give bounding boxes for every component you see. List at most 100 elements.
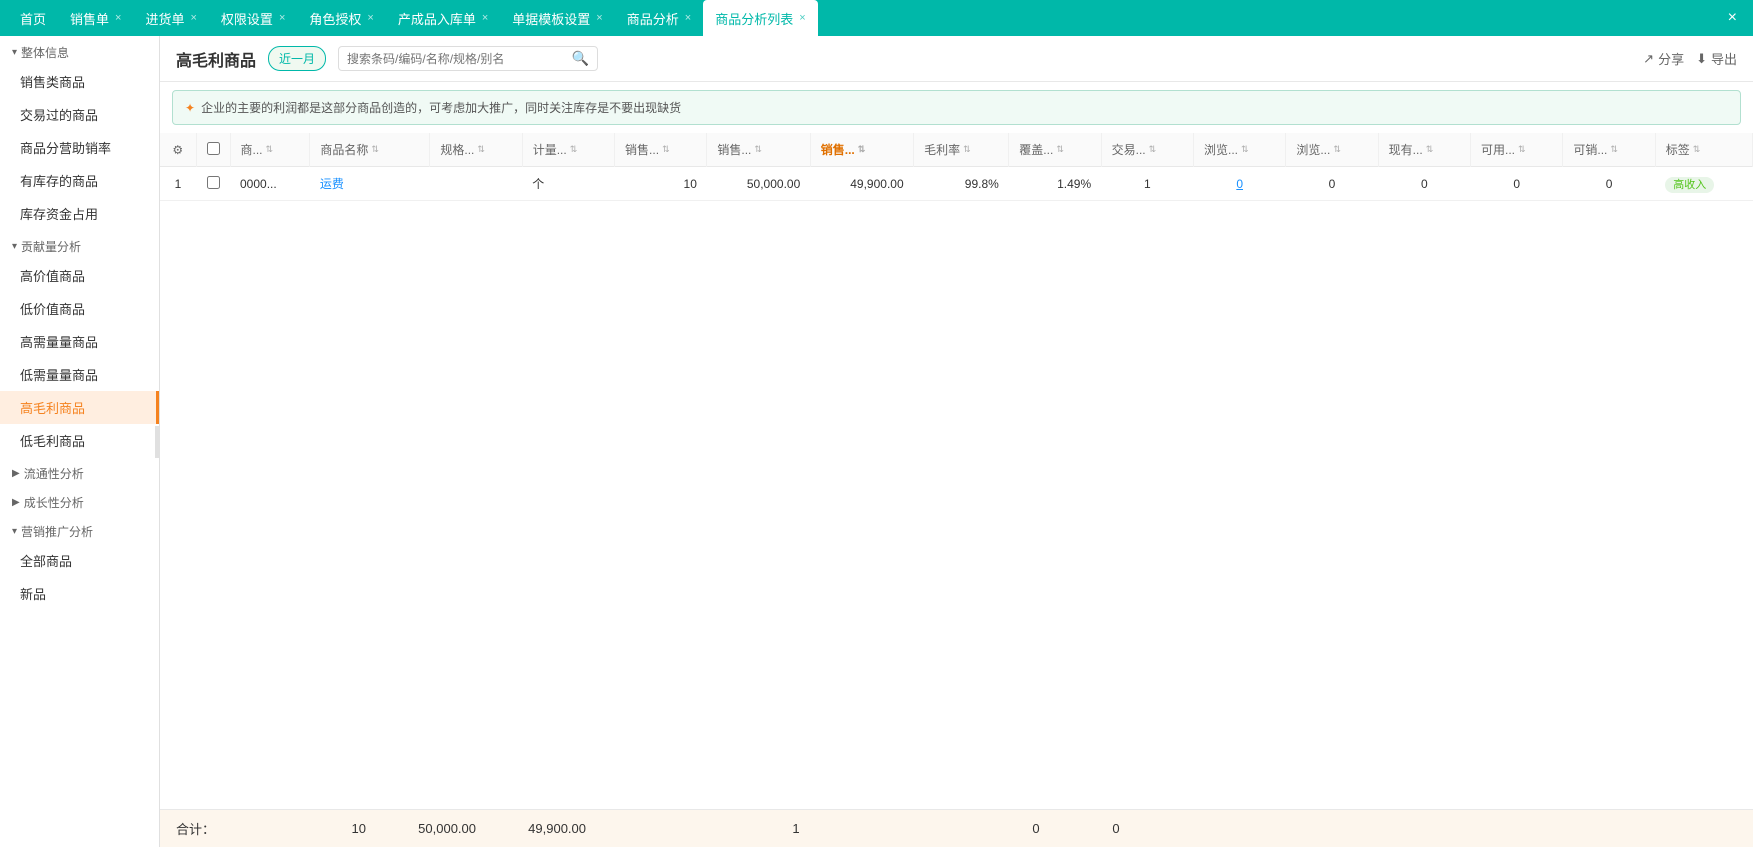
footer-gross-margin (596, 821, 676, 836)
sidebar-item-stocked-goods[interactable]: 有库存的商品 (0, 164, 159, 197)
col-current-stock[interactable]: 现有... ⇅ (1378, 133, 1470, 167)
sort-icon15: ⇅ (1610, 144, 1618, 155)
sidebar-group-flow[interactable]: ▶ 流通性分析 (0, 457, 159, 486)
sort-icon16: ⇅ (1693, 144, 1701, 155)
close-product-analysis-list-tab[interactable]: × (799, 12, 805, 24)
close-sales-tab[interactable]: × (115, 12, 121, 24)
export-button[interactable]: ⬇ 导出 (1696, 49, 1737, 68)
table-container: ⚙ 商... ⇅ 商品名称 (160, 133, 1753, 847)
share-icon: ↗ (1643, 51, 1654, 67)
main-layout: 《 ▾ 整体信息 销售类商品 交易过的商品 商品分营助销率 有库存的商品 库存资… (0, 36, 1753, 847)
row-checkbox-cell[interactable] (196, 167, 230, 201)
close-window-button[interactable]: × (1720, 9, 1745, 27)
info-icon: ✦ (185, 101, 195, 115)
sidebar-item-high-value[interactable]: 高价值商品 (0, 259, 159, 292)
nav-purchase[interactable]: 进货单 × (133, 0, 208, 36)
row-sales-profit: 49,900.00 (810, 167, 913, 201)
col-available[interactable]: 可用... ⇅ (1471, 133, 1563, 167)
footer-sales-qty: 10 (296, 821, 376, 836)
sidebar: 《 ▾ 整体信息 销售类商品 交易过的商品 商品分营助销率 有库存的商品 库存资… (0, 36, 160, 847)
footer-trade-count: 1 (756, 821, 836, 836)
sidebar-group-growth[interactable]: ▶ 成长性分析 (0, 486, 159, 515)
sidebar-item-high-demand[interactable]: 高需量量商品 (0, 325, 159, 358)
row-current-stock: 0 (1378, 167, 1470, 201)
sidebar-item-low-demand[interactable]: 低需量量商品 (0, 358, 159, 391)
sidebar-collapse-button[interactable]: 《 (155, 426, 160, 458)
arrow-right-icon: ▶ (12, 468, 20, 479)
sort-icon: ⇅ (266, 144, 274, 155)
row-tag: 高收入 (1655, 167, 1752, 201)
close-purchase-tab[interactable]: × (190, 12, 196, 24)
nav-permission[interactable]: 权限设置 × (209, 0, 297, 36)
select-all-checkbox[interactable] (207, 142, 220, 155)
col-trade-count[interactable]: 交易... ⇅ (1101, 133, 1193, 167)
col-sales-amount[interactable]: 销售... ⇅ (707, 133, 810, 167)
close-permission-tab[interactable]: × (279, 12, 285, 24)
nav-sales[interactable]: 销售单 × (58, 0, 133, 36)
col-code[interactable]: 商... ⇅ (230, 133, 310, 167)
row-available: 0 (1471, 167, 1563, 201)
row-browse1[interactable]: 0 (1193, 167, 1285, 201)
col-unit[interactable]: 计量... ⇅ (522, 133, 614, 167)
col-name[interactable]: 商品名称 ⇅ (310, 133, 430, 167)
close-role-tab[interactable]: × (367, 12, 373, 24)
close-production-tab[interactable]: × (482, 12, 488, 24)
col-sales-qty[interactable]: 销售... ⇅ (615, 133, 707, 167)
nav-role[interactable]: 角色授权 × (297, 0, 385, 36)
footer-sales-profit: 49,900.00 (486, 821, 596, 836)
close-product-analysis-tab[interactable]: × (685, 12, 691, 24)
sidebar-item-stock-capital[interactable]: 库存资金占用 (0, 197, 159, 230)
sidebar-item-high-margin[interactable]: 高毛利商品 (0, 391, 159, 424)
col-browse1[interactable]: 浏览... ⇅ (1193, 133, 1285, 167)
footer-label: 合计： (176, 819, 296, 838)
row-sales-qty: 10 (615, 167, 707, 201)
search-icon[interactable]: 🔍 (572, 50, 589, 67)
sidebar-group-contribution[interactable]: ▾ 贡献量分析 (0, 230, 159, 259)
sort-icon9: ⇅ (1056, 144, 1064, 155)
share-button[interactable]: ↗ 分享 (1643, 49, 1684, 68)
data-table: ⚙ 商... ⇅ 商品名称 (160, 133, 1753, 201)
sidebar-item-traded-goods[interactable]: 交易过的商品 (0, 98, 159, 131)
nav-product-analysis[interactable]: 商品分析 × (615, 0, 703, 36)
footer-browse1 (836, 821, 916, 836)
sort-icon10: ⇅ (1149, 144, 1157, 155)
row-code: 0000... (230, 167, 310, 201)
sidebar-item-all-goods[interactable]: 全部商品 (0, 544, 159, 577)
sort-icon13: ⇅ (1426, 144, 1434, 155)
col-gross-margin[interactable]: 毛利率 ⇅ (914, 133, 1009, 167)
nav-production[interactable]: 产成品入库单 × (386, 0, 500, 36)
sort-icon2: ⇅ (371, 144, 379, 155)
col-sales-profit[interactable]: 销售... ⇅ (810, 133, 913, 167)
row-name[interactable]: 运费 (310, 167, 430, 201)
filter-button[interactable]: 近一月 (268, 46, 326, 71)
row-checkbox[interactable] (207, 176, 220, 189)
col-browse2[interactable]: 浏览... ⇅ (1286, 133, 1378, 167)
col-saleable[interactable]: 可销... ⇅ (1563, 133, 1655, 167)
info-banner: ✦ 企业的主要的利润都是这部分商品创造的，可考虑加大推广，同时关注库存是不要出现… (172, 90, 1741, 125)
sidebar-item-low-value[interactable]: 低价值商品 (0, 292, 159, 325)
search-input[interactable] (347, 52, 566, 66)
footer-current-stock: 0 (996, 821, 1076, 836)
footer-sales-amount: 50,000.00 (376, 821, 486, 836)
sidebar-group-overview[interactable]: ▾ 整体信息 (0, 36, 159, 65)
nav-home[interactable]: 首页 (8, 0, 58, 36)
top-navigation: 首页 销售单 × 进货单 × 权限设置 × 角色授权 × 产成品入库单 × 单据… (0, 0, 1753, 36)
arrow-down-icon2: ▾ (12, 241, 17, 252)
arrow-down-icon3: ▾ (12, 526, 17, 537)
col-coverage[interactable]: 覆盖... ⇅ (1009, 133, 1101, 167)
sidebar-item-low-margin[interactable]: 低毛利商品 (0, 424, 159, 457)
nav-template[interactable]: 单据模板设置 × (500, 0, 614, 36)
col-tag[interactable]: 标签 ⇅ (1655, 133, 1752, 167)
footer-browse2 (916, 821, 996, 836)
nav-product-analysis-list[interactable]: 商品分析列表 × (703, 0, 817, 36)
col-spec[interactable]: 规格... ⇅ (430, 133, 522, 167)
sidebar-item-goods-assist[interactable]: 商品分营助销率 (0, 131, 159, 164)
close-template-tab[interactable]: × (596, 12, 602, 24)
export-icon: ⬇ (1696, 51, 1707, 67)
footer-cells: 10 50,000.00 49,900.00 1 0 0 (296, 821, 1737, 836)
sort-icon6: ⇅ (754, 144, 762, 155)
sidebar-item-new-goods[interactable]: 新品 (0, 577, 159, 610)
sidebar-group-marketing[interactable]: ▾ 营销推广分析 (0, 515, 159, 544)
sidebar-item-sales-goods[interactable]: 销售类商品 (0, 65, 159, 98)
col-settings[interactable]: ⚙ (160, 133, 196, 167)
